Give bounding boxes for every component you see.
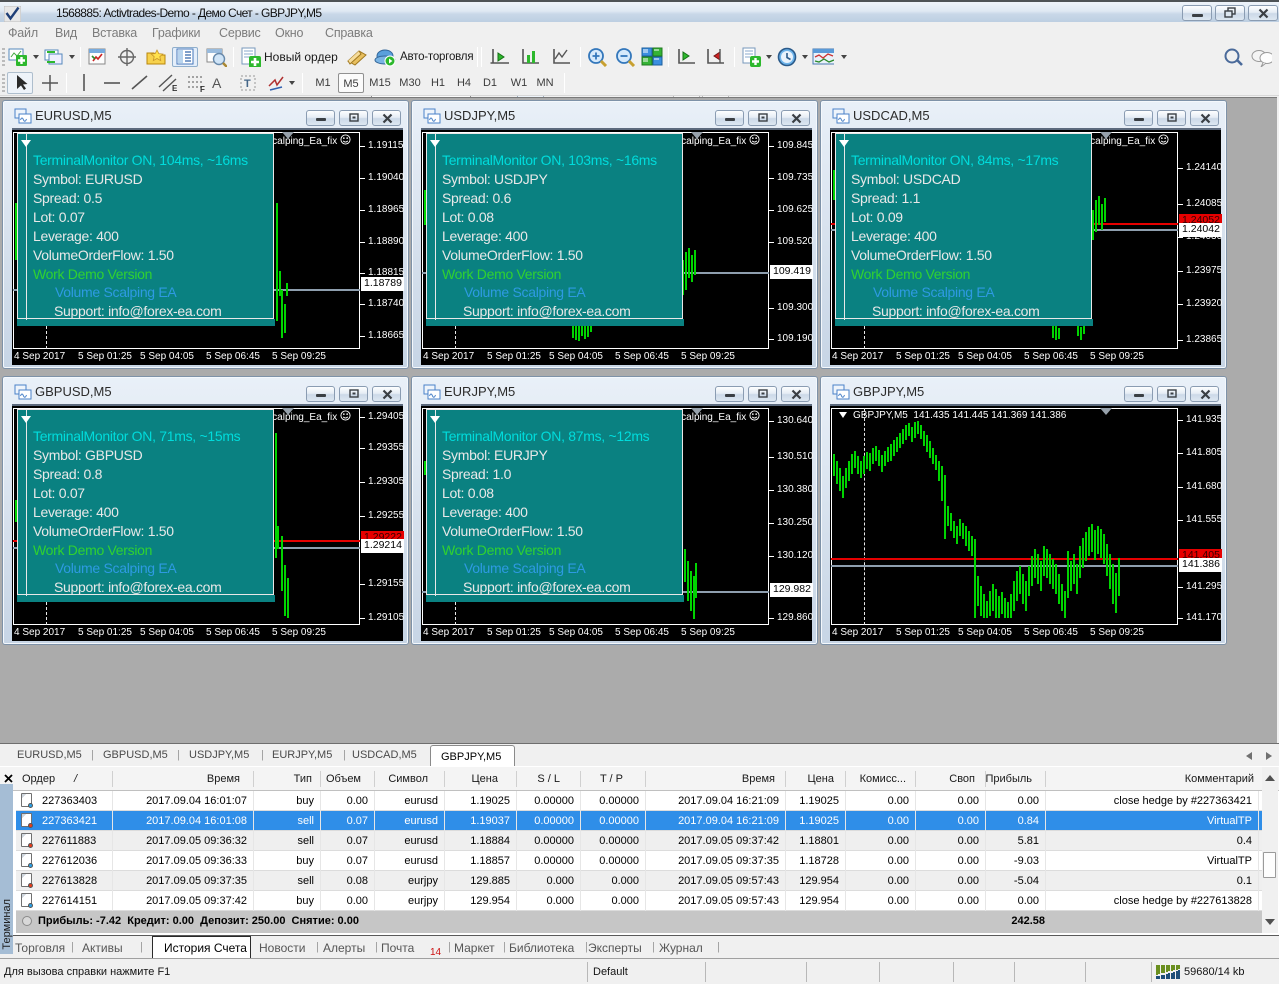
svg-text:F: F [200, 85, 205, 93]
svg-text:E: E [172, 84, 178, 93]
svg-text:T: T [244, 78, 251, 90]
